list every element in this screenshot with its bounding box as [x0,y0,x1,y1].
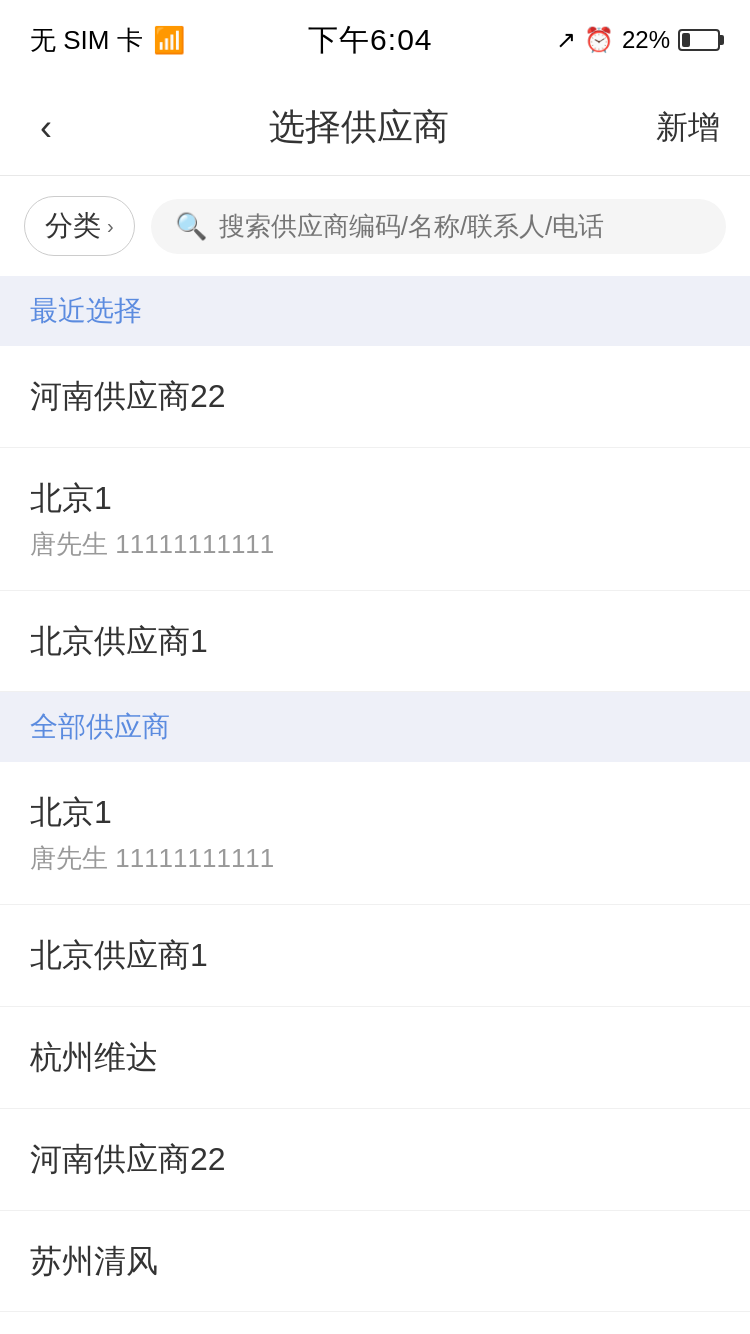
recent-section-header: 最近选择 [0,276,750,346]
search-box: 🔍 [151,199,726,254]
list-item[interactable]: 杭州维达 [0,1007,750,1109]
list-item[interactable]: 河南供应商22 [0,1109,750,1211]
all-list: 北京1 唐先生 11111111111 北京供应商1 杭州维达 河南供应商22 … [0,762,750,1312]
back-button[interactable]: ‹ [30,97,62,159]
status-time: 下午6:04 [308,20,432,61]
add-button[interactable]: 新增 [656,106,720,150]
recent-section-label: 最近选择 [30,295,142,326]
item-name: 河南供应商22 [30,1137,720,1182]
status-right: ↗ ⏰ 22% [556,26,720,54]
list-item[interactable]: 北京供应商1 [0,905,750,1007]
list-item[interactable]: 苏州清风 [0,1211,750,1313]
item-name: 杭州维达 [30,1035,720,1080]
list-item[interactable]: 北京1 唐先生 11111111111 [0,762,750,905]
nav-bar: ‹ 选择供应商 新增 [0,80,750,176]
battery-percent: 22% [622,26,670,54]
item-name: 北京1 [30,790,720,835]
item-sub: 唐先生 11111111111 [30,841,720,876]
status-bar: 无 SIM 卡 📶 下午6:04 ↗ ⏰ 22% [0,0,750,80]
item-name: 北京供应商1 [30,619,720,664]
wifi-icon: 📶 [153,25,185,56]
chevron-right-icon: › [107,215,114,238]
item-sub: 唐先生 11111111111 [30,527,720,562]
all-section-header: 全部供应商 [0,692,750,762]
search-icon: 🔍 [175,211,207,242]
item-name: 河南供应商22 [30,374,720,419]
battery-icon [678,29,720,51]
list-item[interactable]: 北京1 唐先生 11111111111 [0,448,750,591]
search-input[interactable] [219,211,702,242]
item-name: 北京供应商1 [30,933,720,978]
list-item[interactable]: 北京供应商1 [0,591,750,693]
alarm-icon: ⏰ [584,26,614,54]
all-section-label: 全部供应商 [30,711,170,742]
item-name: 苏州清风 [30,1239,720,1284]
item-name: 北京1 [30,476,720,521]
filter-bar: 分类 › 🔍 [0,176,750,276]
list-item[interactable]: 河南供应商22 [0,346,750,448]
location-icon: ↗ [556,26,576,54]
recent-list: 河南供应商22 北京1 唐先生 11111111111 北京供应商1 [0,346,750,692]
category-label: 分类 [45,207,101,245]
category-filter[interactable]: 分类 › [24,196,135,256]
page-title: 选择供应商 [269,103,449,152]
status-left: 无 SIM 卡 📶 [30,23,185,58]
no-sim-label: 无 SIM 卡 [30,23,143,58]
